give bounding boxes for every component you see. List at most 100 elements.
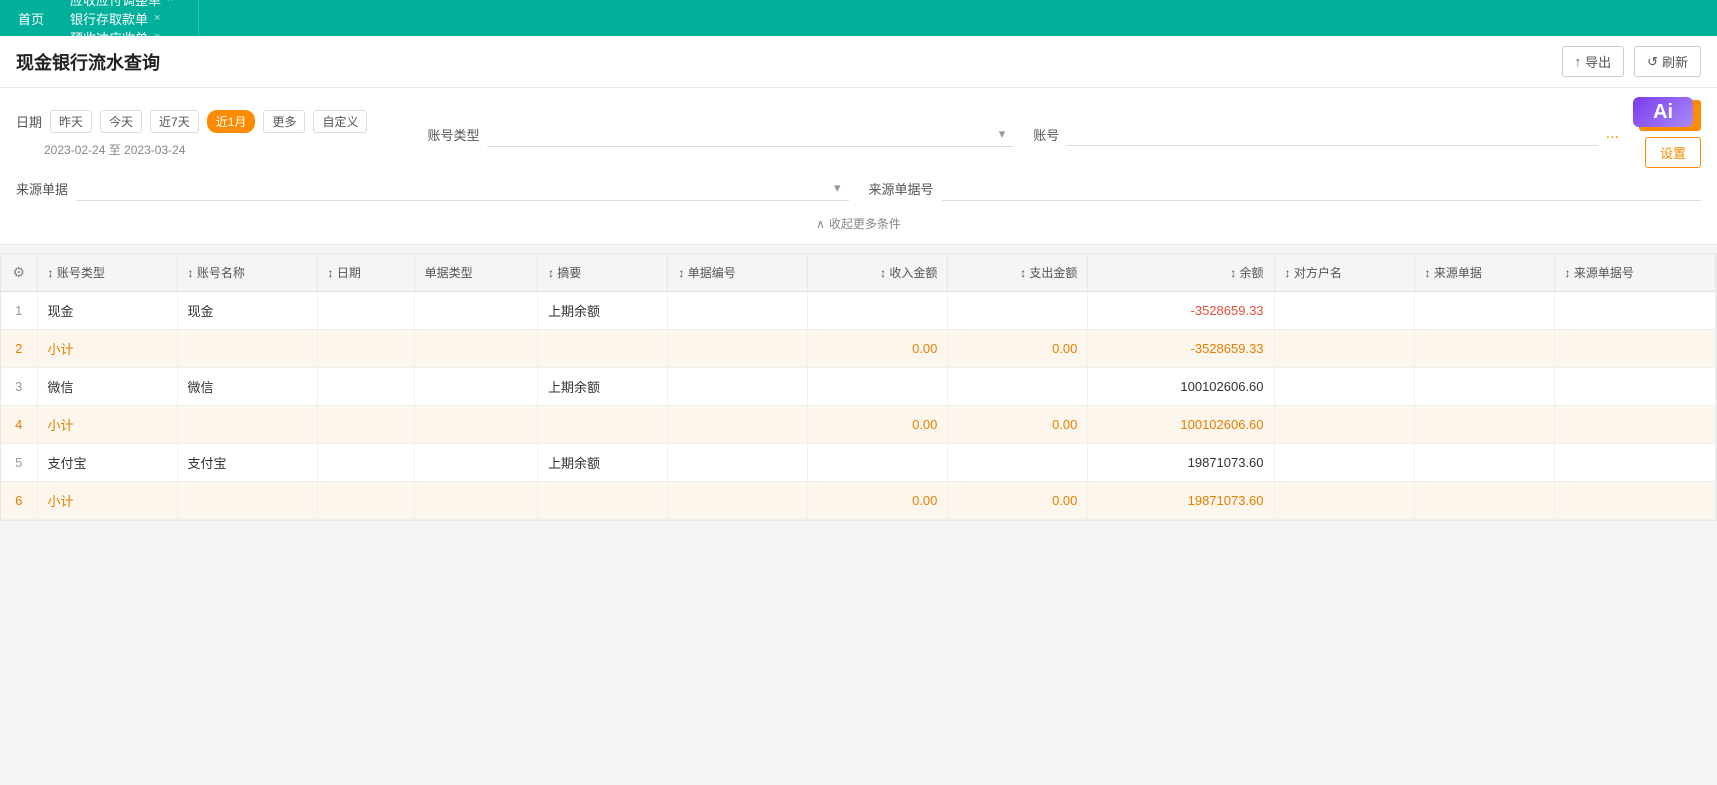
cell-balance: 19871073.60 (1088, 444, 1274, 482)
account-no-input[interactable] (1067, 122, 1597, 146)
th-income-label: ↕ 收入金额 (880, 266, 937, 280)
th-account-type: ↕ 账号类型 (37, 254, 177, 292)
cell-source-doc-no (1554, 330, 1715, 368)
cell-doc-type (414, 406, 537, 444)
refresh-label: 刷新 (1662, 52, 1688, 71)
account-no-label: 账号 (1033, 125, 1059, 144)
cell-doc-no (668, 368, 808, 406)
th-account-name: ↕ 账号名称 (177, 254, 317, 292)
cell-doc-type (414, 368, 537, 406)
refresh-icon: ↺ (1647, 54, 1658, 70)
date-btn-近1月[interactable]: 近1月 (207, 110, 256, 133)
source-doc-no-input[interactable] (942, 177, 1701, 201)
table-row: 6 小计 0.00 0.00 19871073.60 (1, 482, 1716, 520)
cell-source-doc-no (1554, 292, 1715, 330)
cell-source-doc (1414, 482, 1554, 520)
cell-date (317, 482, 414, 520)
nav-item-银行存取款单[interactable]: 银行存取款单 × (58, 9, 199, 28)
cell-source-doc (1414, 330, 1554, 368)
nav-items: 收款单×付款单×其他收入单×应收应付调整单×银行存取款单×预收冲应收单×收款核销… (58, 0, 199, 36)
account-type-arrow: ▾ (999, 126, 1006, 142)
date-label: 日期 (16, 112, 42, 131)
th-summary: ↕ 摘要 (537, 254, 667, 292)
cell-source-doc-no (1554, 444, 1715, 482)
date-btn-自定义[interactable]: 自定义 (313, 110, 367, 133)
table-row: 3 微信 微信 上期余额 100102606.60 (1, 368, 1716, 406)
date-btn-今天[interactable]: 今天 (100, 110, 142, 133)
account-type-select[interactable]: ▾ (487, 122, 1013, 147)
export-button[interactable]: ↑ 导出 (1562, 46, 1625, 77)
account-type-label: 账号类型 (427, 125, 479, 144)
th-doc-no: ↕ 单据编号 (668, 254, 808, 292)
cell-income (808, 444, 948, 482)
th-source-doc-label: ↕ 来源单据 (1425, 266, 1482, 280)
cell-summary (537, 482, 667, 520)
cell-account-type: 小计 (37, 406, 177, 444)
cell-summary (537, 330, 667, 368)
cell-balance: -3528659.33 (1088, 330, 1274, 368)
ai-badge[interactable]: Ai (1633, 97, 1693, 127)
source-doc-no-label: 来源单据号 (869, 179, 934, 198)
th-source-doc-no-label: ↕ 来源单据号 (1565, 266, 1634, 280)
cell-counterpart (1274, 482, 1414, 520)
cell-account-type: 小计 (37, 482, 177, 520)
cell-account-type: 现金 (37, 292, 177, 330)
th-source-doc-no: ↕ 来源单据号 (1554, 254, 1715, 292)
cell-source-doc (1414, 444, 1554, 482)
collapse-icon: ∧ (816, 217, 825, 231)
cell-summary: 上期余额 (537, 444, 667, 482)
gear-icon[interactable]: ⚙ (12, 264, 25, 280)
cell-expense (948, 292, 1088, 330)
cell-account-type: 支付宝 (37, 444, 177, 482)
close-icon[interactable]: × (154, 31, 160, 36)
source-doc-arrow: ▾ (834, 180, 841, 196)
cell-counterpart (1274, 406, 1414, 444)
th-summary-label: ↕ 摘要 (548, 266, 581, 280)
cell-source-doc (1414, 368, 1554, 406)
row-num: 6 (1, 482, 37, 520)
row-num: 5 (1, 444, 37, 482)
cell-account-type: 微信 (37, 368, 177, 406)
date-btn-昨天[interactable]: 昨天 (50, 110, 92, 133)
export-label: 导出 (1585, 52, 1611, 71)
th-date-label: ↕ 日期 (328, 266, 361, 280)
collapse-bar[interactable]: ∧ 收起更多条件 (16, 209, 1701, 232)
nav-item-label: 应收应付调整单 (70, 0, 161, 9)
nav-item-应收应付调整单[interactable]: 应收应付调整单 × (58, 0, 199, 9)
cell-doc-no (668, 482, 808, 520)
close-icon[interactable]: × (167, 0, 173, 5)
cell-date (317, 406, 414, 444)
th-balance-label: ↕ 余额 (1230, 266, 1263, 280)
th-expense-label: ↕ 支出金额 (1020, 266, 1077, 280)
nav-home[interactable]: 首页 (4, 0, 58, 36)
date-btn-更多[interactable]: 更多 (263, 110, 305, 133)
refresh-button[interactable]: ↺ 刷新 (1634, 46, 1701, 77)
nav-item-label: 银行存取款单 (70, 9, 148, 28)
nav-item-label: 预收冲应收单 (70, 28, 148, 37)
row-num: 1 (1, 292, 37, 330)
settings-button[interactable]: 设置 (1645, 137, 1701, 168)
cell-balance: 19871073.60 (1088, 482, 1274, 520)
top-nav: 首页 收款单×付款单×其他收入单×应收应付调整单×银行存取款单×预收冲应收单×收… (0, 0, 1717, 36)
filter-row-2: 来源单据 ▾ 来源单据号 (16, 176, 1701, 201)
account-no-dots[interactable]: ... (1606, 125, 1619, 143)
nav-item-预收冲应收单[interactable]: 预收冲应收单 × (58, 28, 199, 37)
cell-doc-no (668, 330, 808, 368)
table-body: 1 现金 现金 上期余额 -3528659.33 2 小计 0.00 0.00 … (1, 292, 1716, 520)
cell-income: 0.00 (808, 406, 948, 444)
cell-doc-type (414, 330, 537, 368)
filter-row-1: 日期 昨天今天近7天近1月更多自定义 2023-02-24 至 2023-03-… (16, 100, 1701, 168)
cell-expense (948, 368, 1088, 406)
filter-area: 日期 昨天今天近7天近1月更多自定义 2023-02-24 至 2023-03-… (0, 88, 1717, 245)
gear-column-header: ⚙ (1, 254, 37, 292)
cell-summary (537, 406, 667, 444)
row-num: 3 (1, 368, 37, 406)
source-doc-select[interactable]: ▾ (76, 176, 848, 201)
header-actions: ↑ 导出 ↺ 刷新 (1562, 46, 1701, 77)
th-date: ↕ 日期 (317, 254, 414, 292)
close-icon[interactable]: × (154, 12, 160, 24)
cell-account-type: 小计 (37, 330, 177, 368)
nav-home-label: 首页 (18, 9, 44, 28)
page-header: 现金银行流水查询 ↑ 导出 ↺ 刷新 (0, 36, 1717, 88)
date-btn-近7天[interactable]: 近7天 (150, 110, 199, 133)
